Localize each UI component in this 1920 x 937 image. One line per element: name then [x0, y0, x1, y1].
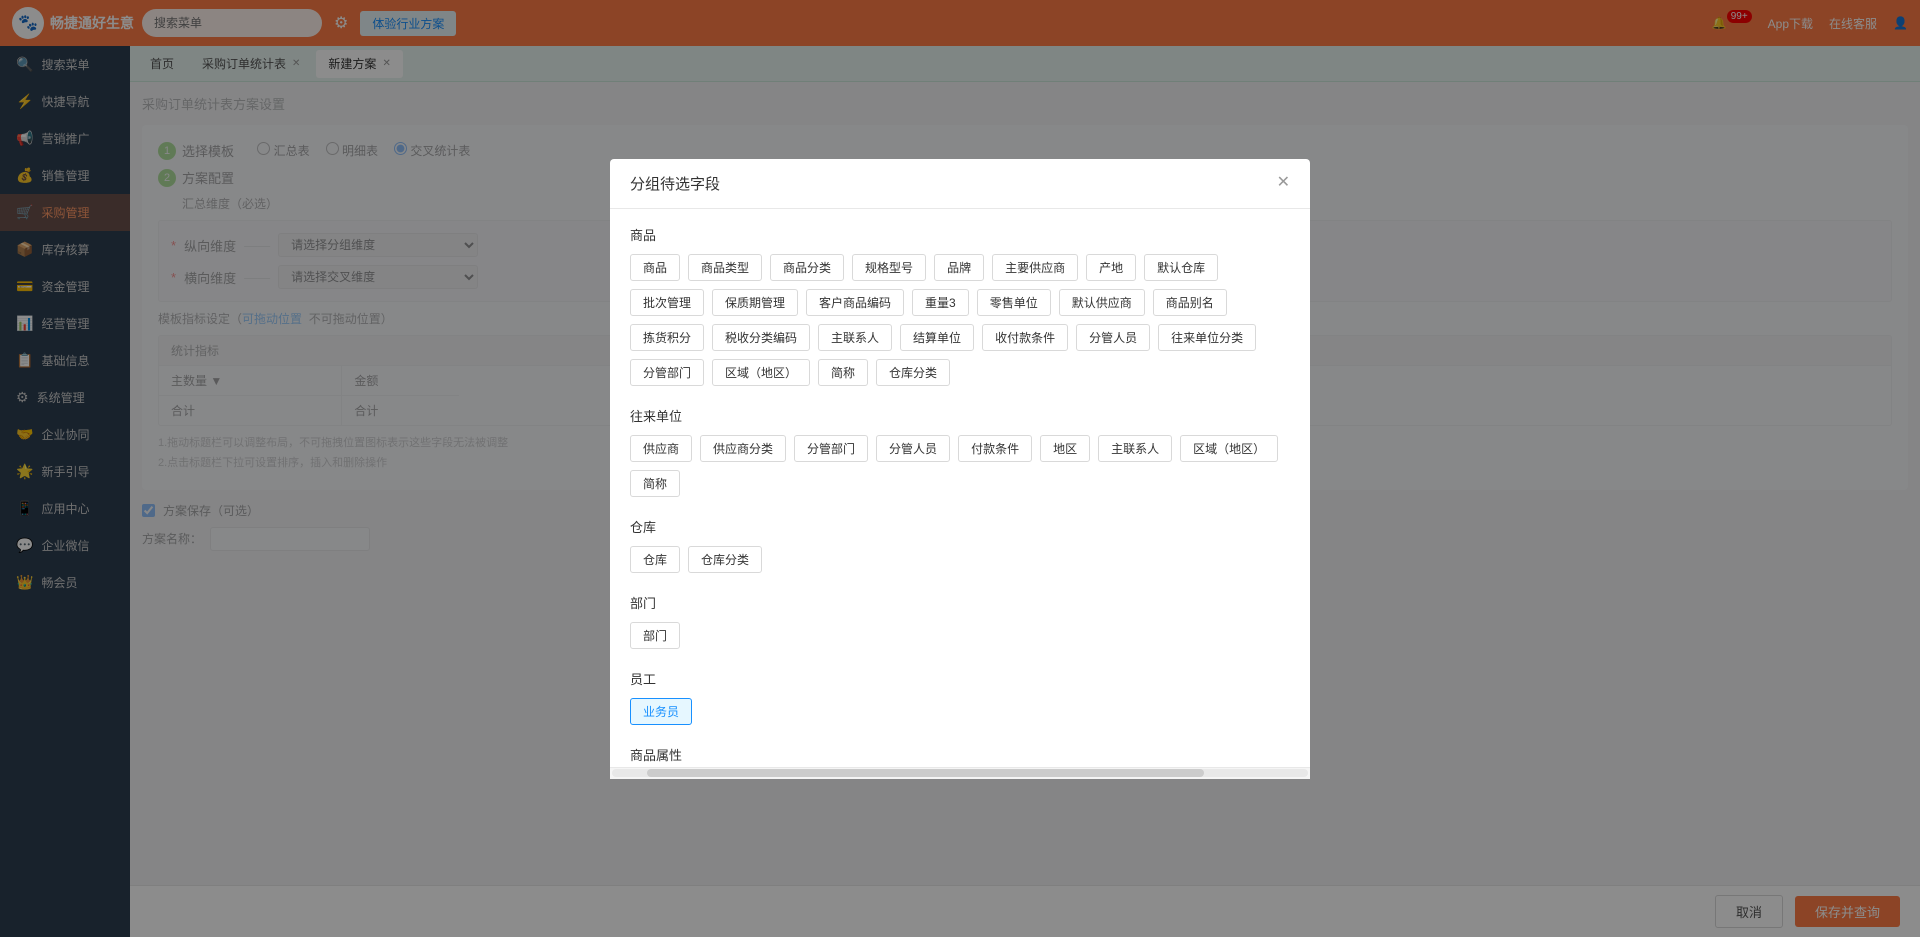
modal-overlay: 分组待选字段 ✕ 商品 商品 商品类型 商品分类 规格型号 品牌 主要供应商 产…	[0, 0, 1920, 937]
field-tag-goods-category[interactable]: 商品分类	[770, 254, 844, 281]
modal-header: 分组待选字段 ✕	[610, 159, 1310, 209]
field-tag-partner-unit-cat[interactable]: 往来单位分类	[1158, 324, 1256, 351]
field-tag-customer-code[interactable]: 客户商品编码	[806, 289, 904, 316]
section-goods: 商品 商品 商品类型 商品分类 规格型号 品牌 主要供应商 产地 默认仓库 批次…	[630, 225, 1290, 386]
field-tag-batch-mgmt[interactable]: 批次管理	[630, 289, 704, 316]
section-department-title: 部门	[630, 593, 1290, 612]
field-tag-wh[interactable]: 仓库	[630, 546, 680, 573]
field-tag-settle-unit[interactable]: 结算单位	[900, 324, 974, 351]
h-scrollbar-track[interactable]	[612, 769, 1308, 777]
section-product-attrs-title: 商品属性	[630, 745, 1290, 764]
field-tag-spec-type[interactable]: 规格型号	[852, 254, 926, 281]
department-field-tags: 部门	[630, 622, 1290, 649]
modal-dialog: 分组待选字段 ✕ 商品 商品 商品类型 商品分类 规格型号 品牌 主要供应商 产…	[610, 159, 1310, 779]
field-tag-area-region[interactable]: 区域（地区）	[712, 359, 810, 386]
section-partner-title: 往来单位	[630, 406, 1290, 425]
field-tag-managing-dept[interactable]: 分管部门	[630, 359, 704, 386]
field-tag-abbr[interactable]: 简称	[630, 470, 680, 497]
field-tag-short-name[interactable]: 简称	[818, 359, 868, 386]
field-tag-region[interactable]: 地区	[1040, 435, 1090, 462]
field-tag-contact[interactable]: 主联系人	[1098, 435, 1172, 462]
section-goods-title: 商品	[630, 225, 1290, 244]
field-tag-goods-alias[interactable]: 商品别名	[1153, 289, 1227, 316]
field-tag-wh-cat[interactable]: 仓库分类	[688, 546, 762, 573]
modal-close-button[interactable]: ✕	[1277, 175, 1290, 191]
employee-field-tags: 业务员	[630, 698, 1290, 725]
field-tag-expiry-mgmt[interactable]: 保质期管理	[712, 289, 798, 316]
section-warehouse: 仓库 仓库 仓库分类	[630, 517, 1290, 573]
field-tag-goods[interactable]: 商品	[630, 254, 680, 281]
field-tag-dept[interactable]: 分管部门	[794, 435, 868, 462]
section-partner: 往来单位 供应商 供应商分类 分管部门 分管人员 付款条件 地区 主联系人 区域…	[630, 406, 1290, 497]
section-employee-title: 员工	[630, 669, 1290, 688]
field-tag-brand[interactable]: 品牌	[934, 254, 984, 281]
field-tag-manager[interactable]: 分管人员	[1076, 324, 1150, 351]
field-tag-tax-code[interactable]: 税收分类编码	[712, 324, 810, 351]
field-tag-dept-person[interactable]: 分管人员	[876, 435, 950, 462]
field-tag-main-supplier[interactable]: 主要供应商	[992, 254, 1078, 281]
partner-field-tags: 供应商 供应商分类 分管部门 分管人员 付款条件 地区 主联系人 区域（地区） …	[630, 435, 1290, 497]
section-employee: 员工 业务员	[630, 669, 1290, 725]
section-warehouse-title: 仓库	[630, 517, 1290, 536]
field-tag-pick-points[interactable]: 拣货积分	[630, 324, 704, 351]
section-department: 部门 部门	[630, 593, 1290, 649]
h-scrollbar-thumb[interactable]	[647, 769, 1204, 777]
field-tag-origin[interactable]: 产地	[1086, 254, 1136, 281]
section-product-attrs: 商品属性 属性 颜色 多规格 尺码 鞋码 1	[630, 745, 1290, 767]
field-tag-default-supplier[interactable]: 默认供应商	[1059, 289, 1145, 316]
modal-body[interactable]: 商品 商品 商品类型 商品分类 规格型号 品牌 主要供应商 产地 默认仓库 批次…	[610, 209, 1310, 767]
field-tag-dept-field[interactable]: 部门	[630, 622, 680, 649]
field-tag-area2[interactable]: 区域（地区）	[1180, 435, 1278, 462]
field-tag-goods-type[interactable]: 商品类型	[688, 254, 762, 281]
field-tag-supplier[interactable]: 供应商	[630, 435, 692, 462]
field-tag-weight3[interactable]: 重量3	[912, 289, 969, 316]
goods-field-tags: 商品 商品类型 商品分类 规格型号 品牌 主要供应商 产地 默认仓库 批次管理 …	[630, 254, 1290, 386]
field-tag-payment-terms[interactable]: 收付款条件	[982, 324, 1068, 351]
field-tag-payment-cond[interactable]: 付款条件	[958, 435, 1032, 462]
field-tag-warehouse-cat[interactable]: 仓库分类	[876, 359, 950, 386]
field-tag-salesperson[interactable]: 业务员	[630, 698, 692, 725]
modal-title: 分组待选字段	[630, 173, 720, 194]
warehouse-field-tags: 仓库 仓库分类	[630, 546, 1290, 573]
modal-horizontal-scrollbar[interactable]	[610, 767, 1310, 779]
field-tag-main-contact[interactable]: 主联系人	[818, 324, 892, 351]
field-tag-supplier-cat[interactable]: 供应商分类	[700, 435, 786, 462]
field-tag-default-warehouse[interactable]: 默认仓库	[1144, 254, 1218, 281]
field-tag-retail-unit[interactable]: 零售单位	[977, 289, 1051, 316]
